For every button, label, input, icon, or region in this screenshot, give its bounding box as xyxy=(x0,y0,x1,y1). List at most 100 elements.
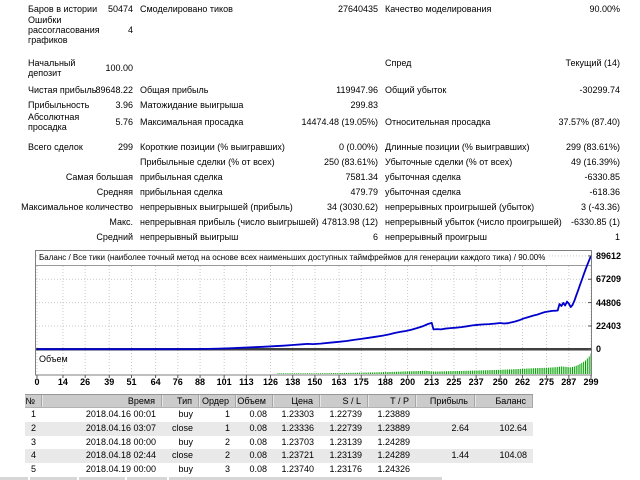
trade-cell: buy xyxy=(178,409,193,419)
stat-label: Средняя xyxy=(96,187,133,197)
trade-cell xyxy=(475,408,533,422)
trade-cell: 1.23139 xyxy=(329,450,362,461)
stat-value: 250 (83.61%) xyxy=(323,157,378,167)
x-axis-label: 237 xyxy=(468,377,484,387)
y-axis-label: 89612 xyxy=(596,250,622,261)
x-axis-label: 150 xyxy=(307,377,323,387)
trade-cell: 1.24289 xyxy=(377,436,410,447)
trade-cell: 1.23889 xyxy=(377,422,410,433)
trade-row-3[interactable]: 3 2018.04.18 00:00 buy 2 0.08 1.23703 1.23139 1… xyxy=(25,435,533,450)
trade-row-5[interactable]: 5 2018.04.19 00:00 buy 3 0.08 1.23740 1.23176 1… xyxy=(25,463,533,477)
trade-cell: 1.23889 xyxy=(377,409,410,419)
trade-cell: 3 xyxy=(224,464,230,475)
trade-cell xyxy=(416,463,475,477)
trade-row-2[interactable]: 2 2018.04.16 03:07 close 1 0.08 1.23336 1.2273… xyxy=(25,421,533,436)
column-header[interactable]: № xyxy=(25,395,42,407)
stat-value: 119947.96 xyxy=(336,85,378,95)
trade-cell: 1.23703 xyxy=(281,436,314,447)
trades-table: № Время Тип Ордер Объем Цена S / LT / P Прибыль… xyxy=(25,394,533,477)
column-header[interactable]: Прибыль xyxy=(416,395,475,407)
trade-cell: 1.24289 xyxy=(377,450,410,461)
x-axis-label: 200 xyxy=(400,377,416,387)
trade-cell: 1.44 xyxy=(451,450,469,461)
stat-value: 3.96 xyxy=(115,100,133,110)
stat-value: 299.83 xyxy=(350,100,378,110)
column-header[interactable]: Объем xyxy=(236,395,273,407)
stat-value: -6330.85 xyxy=(584,172,620,182)
column-header[interactable]: Время xyxy=(42,395,162,407)
x-axis-label: 175 xyxy=(353,377,369,387)
trade-row-4[interactable]: 4 2018.04.18 02:44 close 2 0.08 1.23721 1.2313… xyxy=(25,449,533,464)
trade-cell: 1.23721 xyxy=(281,450,314,461)
trade-cell: 1 xyxy=(224,422,230,433)
stat-value: 34 (3030.62) xyxy=(326,202,378,212)
trade-cell: 2018.04.16 03:07 xyxy=(85,422,156,433)
trade-cell: 0.08 xyxy=(249,436,267,447)
trade-cell: 2 xyxy=(30,422,36,433)
stat-value: 100.00 xyxy=(105,63,133,73)
balance-chart-svg xyxy=(35,250,592,378)
stat-label: Максимальное количество xyxy=(21,202,133,212)
stat-value: 299 (83.61%) xyxy=(565,142,620,152)
column-header[interactable]: S / L xyxy=(320,395,368,407)
stat-value: 0 (0.00%) xyxy=(338,142,378,152)
trade-cell: 2 xyxy=(224,450,230,461)
trade-cell: 1.22739 xyxy=(329,422,362,433)
trade-cell: buy xyxy=(178,436,193,447)
stat-value: Текущий (14) xyxy=(565,58,620,68)
stat-label: Самая большая xyxy=(65,172,133,182)
trade-cell: 104.08 xyxy=(499,450,527,461)
stat-value: 7581.34 xyxy=(345,172,378,182)
report-statistics: Баров в истории 50474 Смоделировано тиков 2… xyxy=(0,0,640,250)
stat-value: 47813.98 (12) xyxy=(321,217,378,227)
column-header[interactable]: T / P xyxy=(368,395,416,407)
trade-row-1[interactable]: 1 2018.04.16 00:01 buy 1 0.08 1.23303 1.22739 1… xyxy=(25,408,533,422)
trade-cell: 1.23303 xyxy=(281,409,314,419)
stat-value: 479.79 xyxy=(350,187,378,197)
trade-cell: 1.24326 xyxy=(377,464,410,475)
trade-cell xyxy=(416,436,475,450)
trade-cell: 1.22739 xyxy=(329,409,362,419)
trade-cell: 1 xyxy=(224,409,230,419)
trade-cell: 0.08 xyxy=(249,409,267,419)
column-header[interactable]: Баланс xyxy=(475,395,533,407)
stat-value: 49 (16.39%) xyxy=(570,157,620,167)
x-axis-label: 113 xyxy=(239,377,254,387)
trade-cell: 3 xyxy=(30,436,36,447)
trade-cell: buy xyxy=(178,464,193,475)
trade-cell: 2018.04.16 00:01 xyxy=(85,409,156,419)
x-axis-label: 299 xyxy=(583,377,599,387)
stat-value: -6330.85 (1) xyxy=(570,217,620,227)
chart-title: Баланс / Все тики (наиболее точный метод… xyxy=(39,253,549,263)
trade-cell xyxy=(475,436,533,450)
trade-cell xyxy=(416,408,475,422)
trade-cell: 102.64 xyxy=(499,422,527,433)
strategy-tester-report: { "report_stats": { "rows": [ {"a":"Баро… xyxy=(0,0,640,480)
trade-cell: 5 xyxy=(30,464,36,475)
stat-value: 14474.48 (19.05%) xyxy=(301,117,378,127)
trade-cell: close xyxy=(171,450,193,461)
trade-cell: 4 xyxy=(30,450,36,461)
stat-value: 3 (-43.36) xyxy=(580,202,620,212)
column-header[interactable]: Цена xyxy=(273,395,320,407)
trade-cell: 2 xyxy=(224,436,230,447)
chart-border xyxy=(35,250,592,376)
column-header[interactable]: Ордер xyxy=(199,395,236,407)
trade-cell: 1.23336 xyxy=(281,422,314,433)
stat-label: Макс. xyxy=(109,217,133,227)
trade-cell: 2018.04.18 02:44 xyxy=(85,450,156,461)
stat-label: Средний xyxy=(96,232,133,242)
stat-value: 6 xyxy=(372,232,378,242)
trade-cell: 2018.04.19 00:00 xyxy=(85,464,156,475)
stat-value: 299 xyxy=(117,142,133,152)
column-header[interactable]: Тип xyxy=(162,395,199,407)
stat-value: 37.57% (87.40) xyxy=(558,117,620,127)
x-axis-label: 51 xyxy=(126,377,137,387)
x-axis-label: 0 xyxy=(34,377,40,387)
stat-value: -30299.74 xyxy=(579,85,620,95)
x-axis-label: 88 xyxy=(195,377,206,387)
stat-value: 4 xyxy=(127,25,133,35)
trade-cell: 1.23176 xyxy=(329,464,362,475)
volume-panel-label: Объем xyxy=(39,354,68,364)
stat-value: -618.36 xyxy=(589,187,620,197)
